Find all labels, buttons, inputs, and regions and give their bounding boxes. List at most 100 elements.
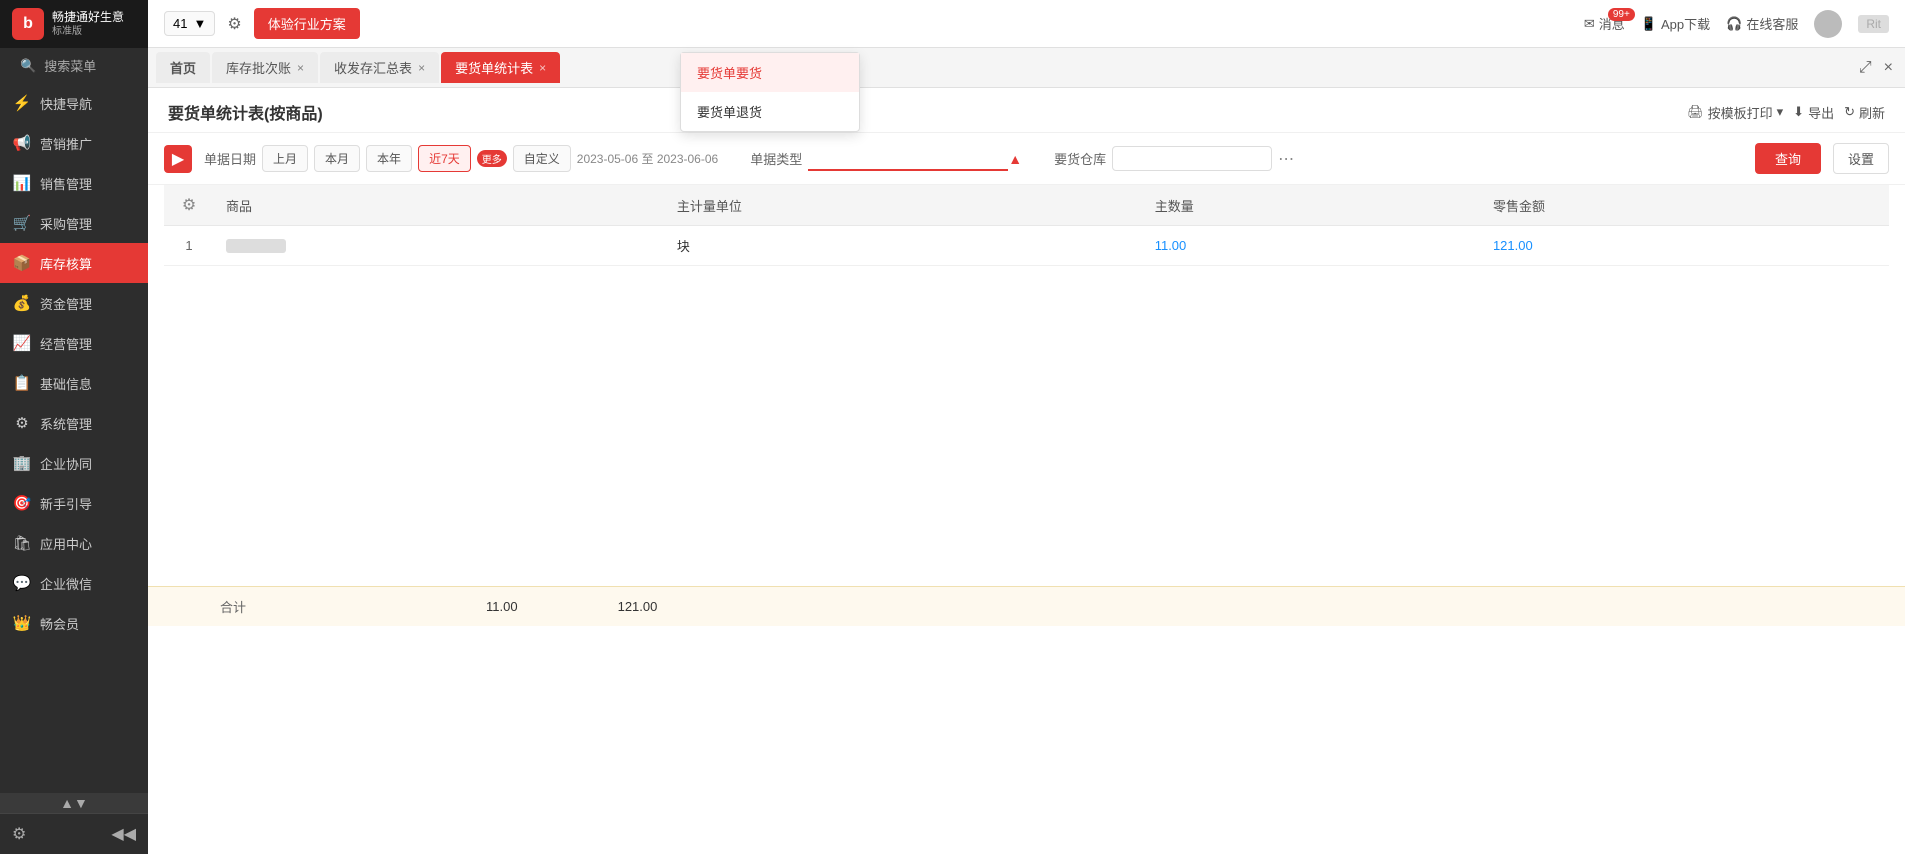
content-spacer: [148, 266, 1905, 586]
col-amount-header: 零售金额: [1481, 185, 1889, 226]
sidebar-label-guide: 新手引导: [40, 494, 92, 513]
page-header: 要货单统计表(按商品) 🖨 按模板打印 ▾ ⬇ 导出 ↻ 刷新: [148, 88, 1905, 133]
tab-order-stats[interactable]: 要货单统计表 ×: [441, 52, 560, 83]
table-settings-icon[interactable]: ⚙: [182, 197, 196, 214]
app-download-btn[interactable]: 📱 App下载: [1641, 14, 1710, 33]
sidebar-scroll-controls: ▲ ▼: [0, 793, 148, 813]
date-btn-last-month[interactable]: 上月: [262, 145, 308, 172]
messages-badge: 99+: [1608, 8, 1635, 21]
sidebar-item-sales[interactable]: 📊销售管理: [0, 163, 148, 203]
sidebar-item-basic[interactable]: 📋基础信息: [0, 363, 148, 403]
sidebar-item-guide[interactable]: 🎯 新手引导: [0, 483, 148, 523]
sidebar-label-member: 畅会员: [40, 614, 79, 633]
tenant-selector[interactable]: 41 ▼: [164, 11, 215, 36]
sidebar-item-marketing[interactable]: 📢营销推广: [0, 123, 148, 163]
sidebar-item-member[interactable]: 👑畅会员: [0, 603, 148, 643]
col-unit-header: 主计量单位: [665, 185, 1143, 226]
warehouse-more-icon[interactable]: ⋯: [1278, 149, 1294, 169]
tab-home[interactable]: 首页: [156, 52, 210, 83]
sidebar-label-appstore: 应用中心: [40, 534, 92, 553]
warehouse-filter-group: 要货仓库 ⋯: [1054, 146, 1294, 171]
cell-amount[interactable]: 121.00: [1481, 226, 1889, 266]
col-quantity-header: 主数量: [1143, 185, 1481, 226]
print-btn[interactable]: 🖨 按模板打印 ▾: [1687, 103, 1783, 122]
footer-label: 合计: [220, 597, 246, 616]
type-filter-label: 单据类型: [750, 149, 802, 168]
date-btn-7days[interactable]: 近7天: [418, 145, 471, 172]
sidebar-header: b 畅捷通好生意 标准版: [0, 0, 148, 48]
settings-btn[interactable]: 设置: [1833, 143, 1889, 174]
sidebar-item-wechat[interactable]: 💬企业微信: [0, 563, 148, 603]
headset-icon: 🎧: [1726, 16, 1742, 32]
col-settings-header[interactable]: ⚙: [164, 185, 214, 226]
tab-receivable-summary-close[interactable]: ×: [418, 61, 425, 75]
app-logo: b: [12, 8, 44, 40]
sidebar-icon-sales: 📊: [12, 173, 32, 193]
sidebar-item-enterprise[interactable]: 🏢企业协同: [0, 443, 148, 483]
sidebar-item-appstore[interactable]: 🛍应用中心: [0, 523, 148, 563]
tab-receivable-summary[interactable]: 收发存汇总表 ×: [320, 52, 439, 83]
page-title: 要货单统计表(按商品): [168, 100, 323, 124]
messages-btn[interactable]: ✉ 消息 99+: [1584, 14, 1625, 33]
warehouse-filter-input[interactable]: [1112, 146, 1272, 171]
date-btn-this-year[interactable]: 本年: [366, 145, 412, 172]
filter-toggle-btn[interactable]: ▶: [164, 145, 192, 173]
cell-index: 1: [164, 226, 214, 266]
sidebar-icon-quick-nav: ⚡: [12, 93, 32, 113]
query-btn[interactable]: 查询: [1755, 143, 1821, 174]
cell-quantity[interactable]: 11.00: [1143, 226, 1481, 266]
refresh-btn[interactable]: ↻ 刷新: [1844, 103, 1885, 122]
topbar-left: 41 ▼ ⚙ 体验行业方案: [164, 8, 360, 39]
settings-icon[interactable]: ⚙: [12, 824, 26, 844]
type-filter-group: 单据类型 ▲: [750, 146, 1022, 171]
tab-fullscreen-btn[interactable]: ⤢: [1855, 57, 1876, 79]
more-dates-badge[interactable]: 更多: [477, 150, 507, 167]
tab-close-btn[interactable]: ×: [1880, 57, 1897, 79]
sidebar-icon-enterprise: 🏢: [12, 453, 32, 473]
sidebar-scroll-down[interactable]: ▼: [74, 795, 88, 811]
sidebar-item-inventory[interactable]: 📦库存核算: [0, 243, 148, 283]
tab-inventory-batch-close[interactable]: ×: [297, 61, 304, 75]
sidebar-item-finance[interactable]: 💰资金管理: [0, 283, 148, 323]
export-btn[interactable]: ⬇ 导出: [1793, 103, 1834, 122]
cell-product: [214, 226, 665, 266]
tab-order-stats-close[interactable]: ×: [539, 61, 546, 75]
app-title: 畅捷通好生意 标准版: [52, 10, 124, 39]
table-row: 1 块 11.00 121.00: [164, 226, 1889, 266]
sidebar-icon-inventory: 📦: [12, 253, 32, 273]
col-product-header: 商品: [214, 185, 665, 226]
type-chevron-up-icon[interactable]: ▲: [1008, 151, 1022, 167]
product-name-blurred: [226, 239, 286, 253]
dropdown-item-order-return[interactable]: 要货单退货: [681, 92, 859, 131]
sidebar-label-wechat: 企业微信: [40, 574, 92, 593]
type-input-wrapper: ▲: [808, 146, 1022, 171]
sidebar-scroll-up[interactable]: ▲: [60, 795, 74, 811]
sidebar-icon-system: ⚙: [12, 413, 32, 433]
date-btn-custom[interactable]: 自定义: [513, 145, 571, 172]
data-table: ⚙ 商品 主计量单位 主数量 零售金额 1: [164, 185, 1889, 266]
message-icon: ✉: [1584, 16, 1595, 32]
filter-bar: ▶ 单据日期 上月 本月 本年 近7天 更多 自定义 2023-05-06 至 …: [148, 133, 1905, 185]
type-filter-input[interactable]: [808, 146, 1008, 171]
user-avatar[interactable]: [1814, 10, 1842, 38]
online-service-btn[interactable]: 🎧 在线客服: [1726, 14, 1798, 33]
sidebar-item-system[interactable]: ⚙系统管理: [0, 403, 148, 443]
sidebar-search[interactable]: 🔍 搜索菜单: [0, 48, 148, 83]
tab-inventory-batch-label: 库存批次账: [226, 58, 291, 77]
date-btn-this-month[interactable]: 本月: [314, 145, 360, 172]
collapse-icon[interactable]: ◀◀: [111, 824, 136, 844]
sidebar-item-operations[interactable]: 📈经营管理: [0, 323, 148, 363]
topbar-gear-icon[interactable]: ⚙: [227, 14, 241, 34]
industry-btn[interactable]: 体验行业方案: [254, 8, 360, 39]
sidebar-icon-guide: 🎯: [12, 493, 32, 513]
sidebar-icon-operations: 📈: [12, 333, 32, 353]
sidebar-item-quick-nav[interactable]: ⚡ 快捷导航: [0, 83, 148, 123]
table-footer: 合计 11.00 121.00: [148, 586, 1905, 626]
page: 要货单统计表(按商品) 🖨 按模板打印 ▾ ⬇ 导出 ↻ 刷新: [148, 88, 1905, 854]
table-body: 1 块 11.00 121.00: [164, 226, 1889, 266]
footer-quantity: 11.00: [486, 599, 518, 614]
sidebar-icon-finance: 💰: [12, 293, 32, 313]
sidebar-label-quick-nav: 快捷导航: [40, 94, 92, 113]
sidebar-item-purchase[interactable]: 🛒采购管理: [0, 203, 148, 243]
tab-inventory-batch[interactable]: 库存批次账 ×: [212, 52, 318, 83]
